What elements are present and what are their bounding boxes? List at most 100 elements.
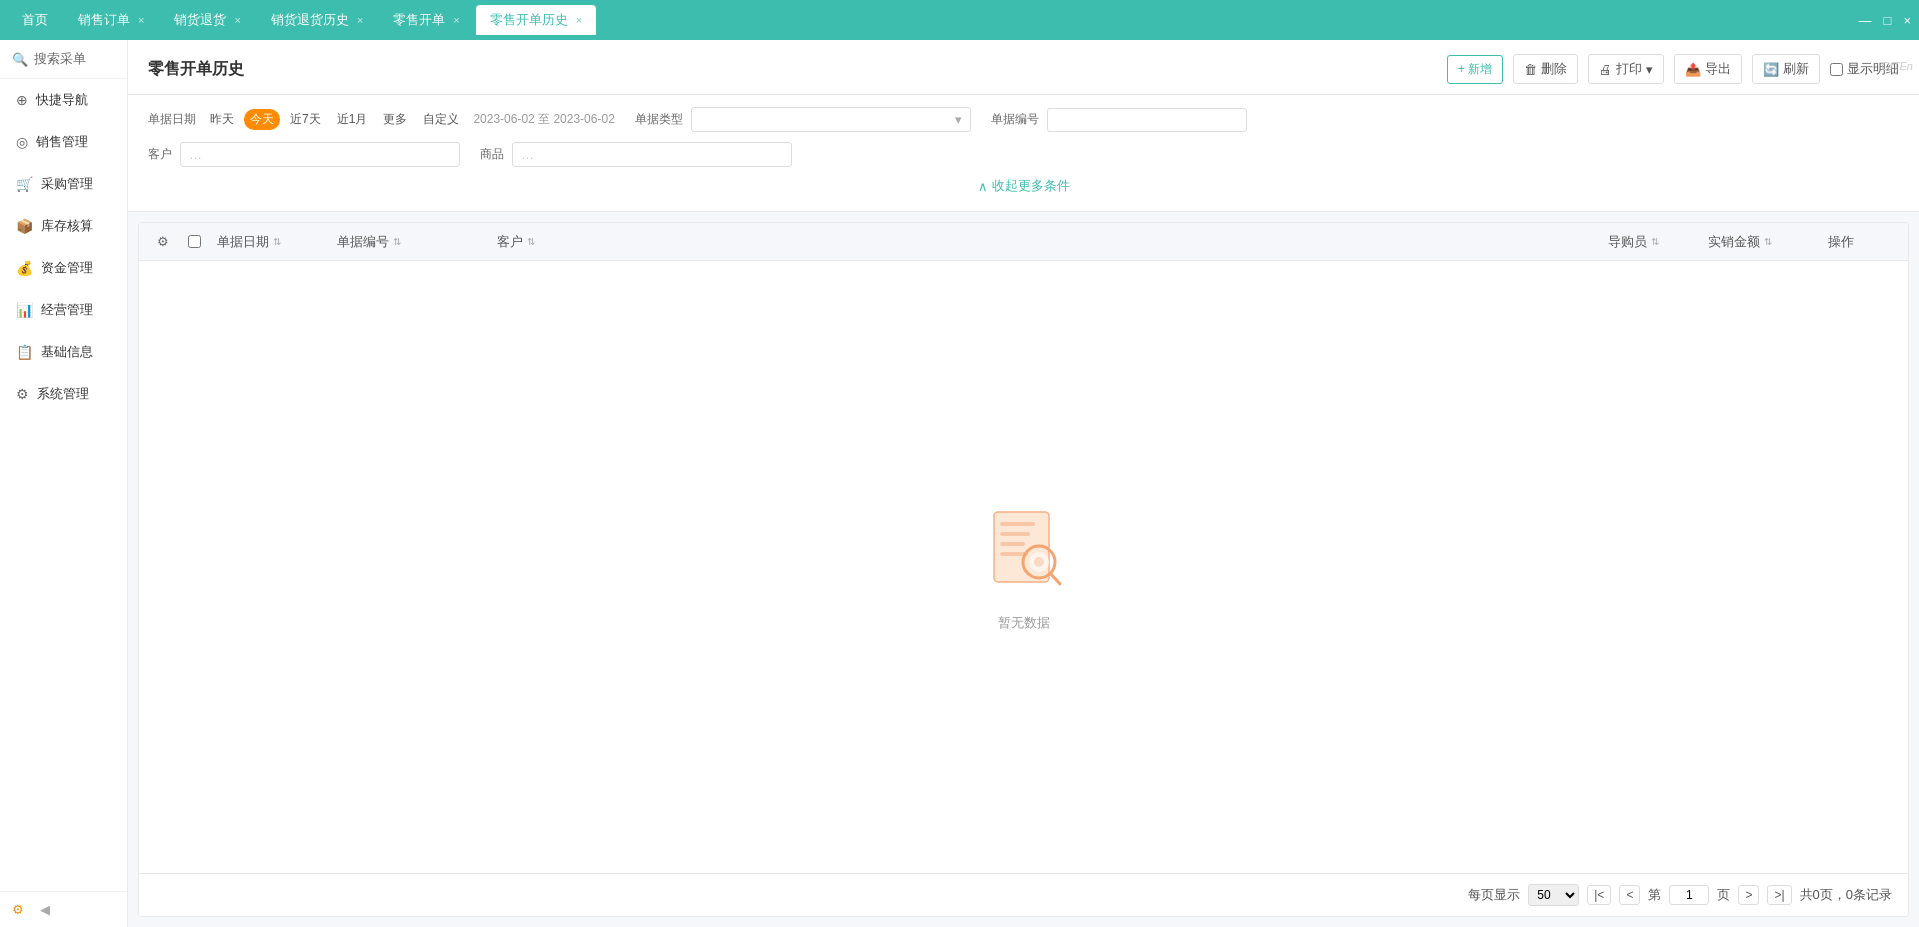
close-tab-retail-open[interactable]: × bbox=[453, 14, 459, 26]
page-number-input[interactable]: 1 bbox=[1669, 885, 1709, 905]
restore-button[interactable]: □ bbox=[1884, 13, 1892, 28]
close-tab-sales-order[interactable]: × bbox=[138, 14, 144, 26]
doc-num-input[interactable] bbox=[1047, 108, 1247, 132]
tab-sales-order[interactable]: 销售订单 × bbox=[64, 5, 158, 35]
th-action: 操作 bbox=[1820, 233, 1900, 251]
sidebar-item-inventory[interactable]: 📦 库存核算 bbox=[0, 205, 127, 247]
goods-input[interactable]: … bbox=[512, 142, 792, 167]
tab-sales-return-history-label: 销货退货历史 bbox=[271, 11, 349, 29]
doc-num-label: 单据编号 bbox=[991, 111, 1039, 128]
goods-filter: 商品 … bbox=[480, 142, 792, 167]
sidebar-item-system[interactable]: ⚙ 系统管理 bbox=[0, 373, 127, 415]
tab-sales-return[interactable]: 销货退货 × bbox=[160, 5, 254, 35]
doc-num-filter: 单据编号 bbox=[991, 108, 1247, 132]
close-tab-retail-open-history[interactable]: × bbox=[576, 14, 582, 26]
svg-rect-1 bbox=[1000, 522, 1035, 526]
print-button[interactable]: 🖨 打印 ▾ bbox=[1588, 54, 1664, 84]
page-title: 零售开单历史 bbox=[148, 59, 244, 80]
table-select-all-checkbox[interactable] bbox=[179, 235, 209, 248]
th-customer[interactable]: 客户 ⇅ bbox=[489, 233, 1600, 251]
sidebar-item-sales-mgmt-label: 销售管理 bbox=[36, 133, 88, 151]
total-records: 共0页，0条记录 bbox=[1800, 886, 1892, 904]
export-icon: 📤 bbox=[1685, 62, 1701, 77]
sidebar-search[interactable]: 🔍 搜索采单 bbox=[0, 40, 127, 79]
prev-page-button[interactable]: < bbox=[1619, 885, 1640, 905]
doc-type-select[interactable]: ▾ bbox=[691, 107, 971, 132]
svg-line-7 bbox=[1050, 573, 1060, 584]
svg-rect-3 bbox=[1000, 542, 1025, 546]
next-page-button[interactable]: > bbox=[1738, 885, 1759, 905]
date-btn-7days[interactable]: 近7天 bbox=[284, 109, 327, 130]
tab-bar: 首页 销售订单 × 销货退货 × 销货退货历史 × 零售开单 × 零售开单历史 … bbox=[8, 5, 1859, 35]
delete-button[interactable]: 🗑 删除 bbox=[1513, 54, 1578, 84]
empty-state: 暂无数据 bbox=[139, 261, 1908, 873]
date-btn-custom[interactable]: 自定义 bbox=[417, 109, 465, 130]
doc-type-label: 单据类型 bbox=[635, 111, 683, 128]
tab-sales-return-history[interactable]: 销货退货历史 × bbox=[257, 5, 377, 35]
customer-placeholder: … bbox=[189, 147, 202, 162]
tab-sales-return-label: 销货退货 bbox=[174, 11, 226, 29]
content-area: 零售开单历史 + 新增 🗑 删除 🖨 打印 ▾ 📤 导出 🔄 bbox=[128, 40, 1919, 927]
th-date-label: 单据日期 bbox=[217, 233, 269, 251]
print-label: 打印 bbox=[1616, 60, 1642, 78]
minimize-button[interactable]: — bbox=[1859, 13, 1872, 28]
refresh-icon: 🔄 bbox=[1763, 62, 1779, 77]
tab-sales-order-label: 销售订单 bbox=[78, 11, 130, 29]
sidebar-item-operation[interactable]: 📊 经营管理 bbox=[0, 289, 127, 331]
last-page-button[interactable]: >| bbox=[1767, 885, 1791, 905]
close-button[interactable]: × bbox=[1903, 13, 1911, 28]
date-filter: 单据日期 昨天 今天 近7天 近1月 更多 自定义 2023-06-02 至 2… bbox=[148, 109, 615, 130]
sidebar-item-purchase-mgmt[interactable]: 🛒 采购管理 bbox=[0, 163, 127, 205]
display-detail-checkbox[interactable] bbox=[1830, 63, 1843, 76]
purchase-mgmt-icon: 🛒 bbox=[16, 176, 33, 192]
select-all-input[interactable] bbox=[188, 235, 201, 248]
tab-retail-open[interactable]: 零售开单 × bbox=[379, 5, 473, 35]
finance-icon: 💰 bbox=[16, 260, 33, 276]
tab-home[interactable]: 首页 bbox=[8, 5, 62, 35]
svg-point-8 bbox=[1034, 557, 1044, 567]
filter-area: 单据日期 昨天 今天 近7天 近1月 更多 自定义 2023-06-02 至 2… bbox=[128, 95, 1919, 212]
tab-retail-open-label: 零售开单 bbox=[393, 11, 445, 29]
th-date[interactable]: 单据日期 ⇅ bbox=[209, 233, 329, 251]
sidebar-item-finance-label: 资金管理 bbox=[41, 259, 93, 277]
settings-icon[interactable]: ⚙ bbox=[12, 902, 24, 917]
th-amount[interactable]: 实销金额 ⇅ bbox=[1700, 233, 1820, 251]
export-button[interactable]: 📤 导出 bbox=[1674, 54, 1742, 84]
page-end-label: 页 bbox=[1717, 886, 1730, 904]
date-btn-today[interactable]: 今天 bbox=[244, 109, 280, 130]
basic-info-icon: 📋 bbox=[16, 344, 33, 360]
date-btn-yesterday[interactable]: 昨天 bbox=[204, 109, 240, 130]
th-guide[interactable]: 导购员 ⇅ bbox=[1600, 233, 1700, 251]
th-num[interactable]: 单据编号 ⇅ bbox=[329, 233, 489, 251]
date-filter-label: 单据日期 bbox=[148, 111, 196, 128]
per-page-select[interactable]: 50 100 200 bbox=[1528, 884, 1579, 906]
collapse-sidebar-icon[interactable]: ◀ bbox=[40, 902, 50, 917]
date-btn-more[interactable]: 更多 bbox=[377, 109, 413, 130]
th-num-label: 单据编号 bbox=[337, 233, 389, 251]
tab-retail-open-history[interactable]: 零售开单历史 × bbox=[476, 5, 596, 35]
print-icon: 🖨 bbox=[1599, 62, 1612, 77]
window-controls: — □ × bbox=[1859, 13, 1911, 28]
pagination: 每页显示 50 100 200 |< < 第 1 页 > >| 共0页，0条记录 bbox=[139, 873, 1908, 916]
sidebar-item-finance[interactable]: 💰 资金管理 bbox=[0, 247, 127, 289]
th-customer-label: 客户 bbox=[497, 233, 523, 251]
close-tab-sales-return-history[interactable]: × bbox=[357, 14, 363, 26]
sidebar-item-basic-info[interactable]: 📋 基础信息 bbox=[0, 331, 127, 373]
close-tab-sales-return[interactable]: × bbox=[234, 14, 240, 26]
date-btn-1month[interactable]: 近1月 bbox=[331, 109, 374, 130]
refresh-button[interactable]: 🔄 刷新 bbox=[1752, 54, 1820, 84]
customer-input[interactable]: … bbox=[180, 142, 460, 167]
page-header: 零售开单历史 + 新增 🗑 删除 🖨 打印 ▾ 📤 导出 🔄 bbox=[128, 40, 1919, 95]
sidebar-item-quick-nav[interactable]: ⊕ 快捷导航 bbox=[0, 79, 127, 121]
first-page-button[interactable]: |< bbox=[1587, 885, 1611, 905]
sidebar-item-sales-mgmt[interactable]: ◎ 销售管理 bbox=[0, 121, 127, 163]
table-settings-button[interactable]: ⚙ bbox=[147, 234, 179, 249]
collapse-up-icon: ∧ bbox=[978, 179, 988, 194]
sidebar-bottom: ⚙ ◀ bbox=[0, 891, 127, 927]
customer-label: 客户 bbox=[148, 146, 172, 163]
sidebar-item-operation-label: 经营管理 bbox=[41, 301, 93, 319]
collapse-more-conditions[interactable]: ∧ 收起更多条件 bbox=[148, 177, 1899, 195]
goods-placeholder: … bbox=[521, 147, 534, 162]
tab-retail-open-history-label: 零售开单历史 bbox=[490, 11, 568, 29]
add-button[interactable]: + 新增 bbox=[1447, 55, 1503, 84]
